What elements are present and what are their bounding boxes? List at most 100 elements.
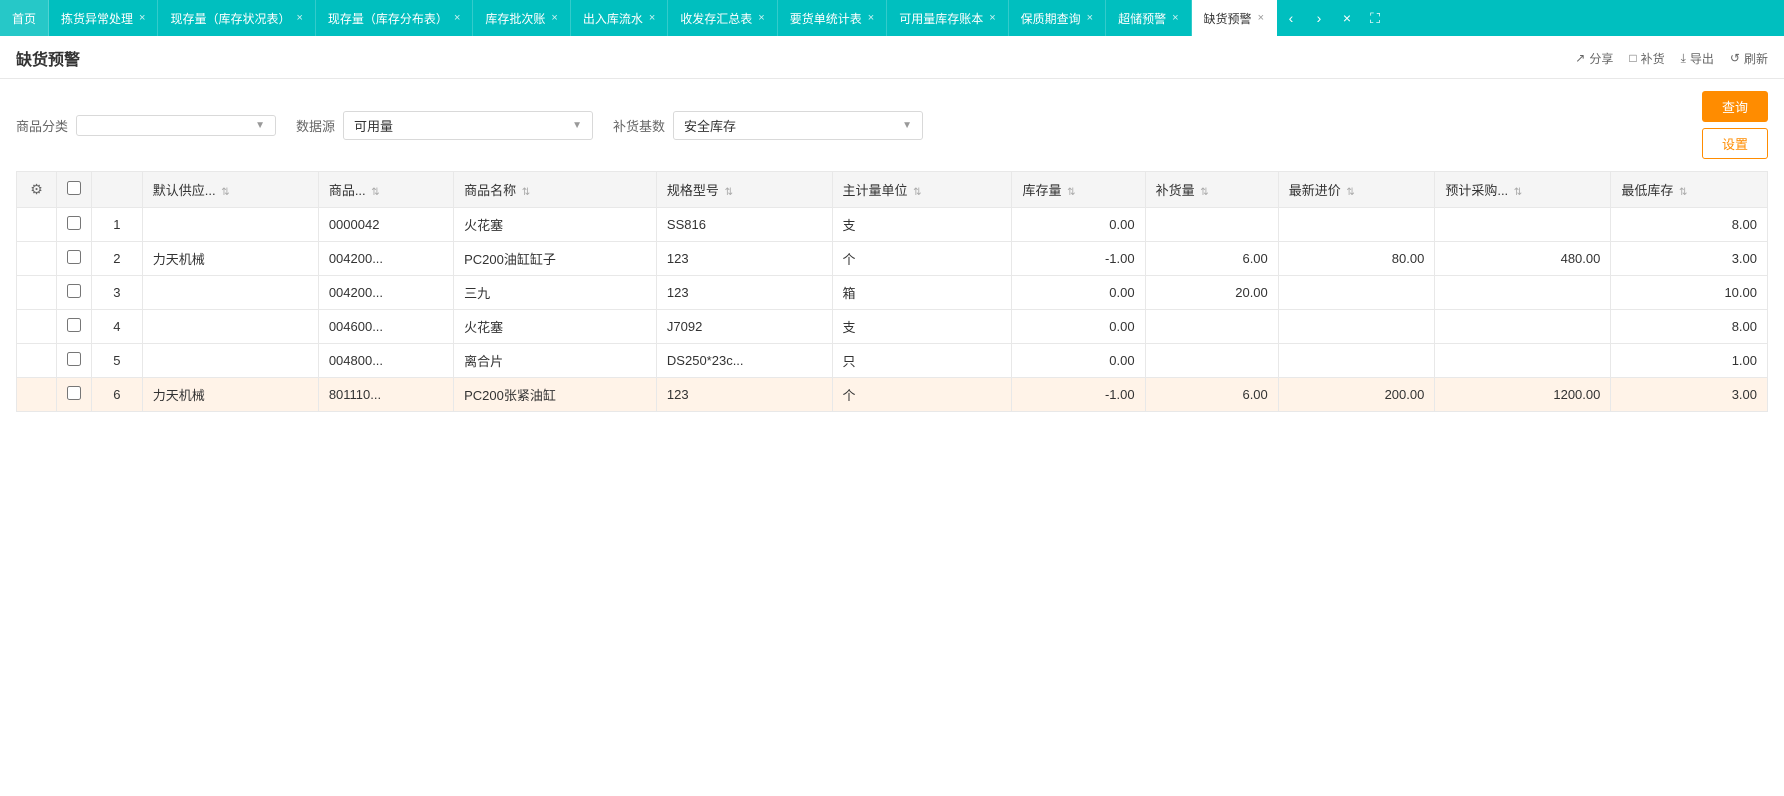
col-stock-sort-icon[interactable]: ⇅	[1067, 187, 1075, 198]
row-replenish-cell: 6.00	[1145, 242, 1278, 276]
col-code-label: 商品...	[329, 183, 366, 198]
table-container: ⚙ 默认供应... ⇅ 商品... ⇅ 商品名称	[0, 171, 1784, 796]
replenish-button[interactable]: □ 补货	[1629, 50, 1664, 67]
tab-stock-status-close[interactable]: ×	[296, 13, 302, 24]
col-min-stock-label: 最低库存	[1621, 183, 1673, 198]
row-min-stock-cell: 10.00	[1611, 276, 1768, 310]
col-code-sort-icon[interactable]: ⇅	[371, 187, 379, 198]
row-check-cell	[57, 242, 92, 276]
row-name-cell: PC200张紧油缸	[454, 378, 657, 412]
tab-available-close[interactable]: ×	[989, 13, 995, 24]
tab-fullscreen-btn[interactable]: ⛶	[1361, 0, 1389, 36]
commodity-class-select[interactable]: ▼	[76, 115, 276, 136]
row-min-stock-cell: 8.00	[1611, 208, 1768, 242]
col-est-purchase-sort-icon[interactable]: ⇅	[1514, 187, 1522, 198]
row-unit-cell: 箱	[832, 276, 1012, 310]
tab-prev-btn[interactable]: ‹	[1277, 0, 1305, 36]
col-name-sort-icon[interactable]: ⇅	[522, 187, 530, 198]
col-latest-price-label: 最新进价	[1289, 183, 1341, 198]
tab-batch-account[interactable]: 库存批次账 ×	[473, 0, 570, 36]
row-checkbox[interactable]	[67, 318, 81, 332]
col-supplier-sort-icon[interactable]: ⇅	[221, 187, 229, 198]
col-stock: 库存量 ⇅	[1012, 172, 1145, 208]
row-checkbox[interactable]	[67, 386, 81, 400]
col-replenish-sort-icon[interactable]: ⇅	[1200, 187, 1208, 198]
col-spec-sort-icon[interactable]: ⇅	[725, 187, 733, 198]
row-spec-cell: 123	[656, 242, 832, 276]
replenish-base-select[interactable]: 安全库存 ▼	[673, 111, 923, 140]
tab-expiry[interactable]: 保质期查询 ×	[1009, 0, 1106, 36]
tab-inout-flow[interactable]: 出入库流水 ×	[571, 0, 668, 36]
tab-next-btn[interactable]: ›	[1305, 0, 1333, 36]
tab-inout-close[interactable]: ×	[649, 13, 655, 24]
row-code-cell: 004200...	[318, 242, 453, 276]
tab-stock-dist-label: 现存量（库存分布表）	[328, 10, 448, 27]
tab-close-all-btn[interactable]: ×	[1333, 0, 1361, 36]
tab-expiry-close[interactable]: ×	[1087, 13, 1093, 24]
tab-available[interactable]: 可用量库存账本 ×	[887, 0, 1008, 36]
share-button[interactable]: ↗ 分享	[1575, 50, 1613, 67]
row-checkbox[interactable]	[67, 352, 81, 366]
data-source-value: 可用量	[354, 116, 393, 135]
tab-summary-label: 收发存汇总表	[680, 10, 752, 27]
row-replenish-cell	[1145, 344, 1278, 378]
row-est-purchase-cell	[1435, 344, 1611, 378]
tab-stock-dist-close[interactable]: ×	[454, 13, 460, 24]
row-checkbox[interactable]	[67, 216, 81, 230]
row-unit-cell: 个	[832, 378, 1012, 412]
col-min-stock: 最低库存 ⇅	[1611, 172, 1768, 208]
row-check-cell	[57, 310, 92, 344]
col-latest-price-sort-icon[interactable]: ⇅	[1346, 187, 1354, 198]
row-gear-cell	[17, 276, 57, 310]
row-code-cell: 0000042	[318, 208, 453, 242]
col-code: 商品... ⇅	[318, 172, 453, 208]
tab-overstock-close[interactable]: ×	[1172, 13, 1178, 24]
settings-button[interactable]: 设置	[1702, 128, 1768, 159]
tab-overstock[interactable]: 超储预警 ×	[1106, 0, 1191, 36]
column-settings-icon[interactable]: ⚙	[30, 181, 43, 197]
tab-stock-status[interactable]: 现存量（库存状况表） ×	[158, 0, 315, 36]
data-source-arrow-icon: ▼	[572, 120, 582, 131]
tab-summary[interactable]: 收发存汇总表 ×	[668, 0, 777, 36]
export-button[interactable]: ⤓ 导出	[1681, 50, 1714, 67]
col-num	[92, 172, 143, 208]
row-check-cell	[57, 276, 92, 310]
row-checkbox[interactable]	[67, 250, 81, 264]
row-checkbox[interactable]	[67, 284, 81, 298]
tab-summary-close[interactable]: ×	[758, 13, 764, 24]
tab-stock-dist[interactable]: 现存量（库存分布表） ×	[316, 0, 473, 36]
col-min-stock-sort-icon[interactable]: ⇅	[1679, 187, 1687, 198]
tab-home[interactable]: 首页	[0, 0, 49, 36]
tab-demand-close[interactable]: ×	[868, 13, 874, 24]
tab-picking-exception[interactable]: 拣货异常处理 ×	[49, 0, 158, 36]
tab-shortage-close[interactable]: ×	[1258, 13, 1264, 24]
table-row: 3 004200... 三九 123 箱 0.00 20.00 10.00	[17, 276, 1768, 310]
row-supplier-cell	[142, 276, 318, 310]
row-spec-cell: J7092	[656, 310, 832, 344]
row-name-cell: 离合片	[454, 344, 657, 378]
row-name-cell: 火花塞	[454, 310, 657, 344]
select-all-checkbox[interactable]	[67, 181, 81, 195]
commodity-class-arrow-icon: ▼	[255, 120, 265, 131]
commodity-class-filter: 商品分类 ▼	[16, 115, 276, 136]
refresh-button[interactable]: ↺ 刷新	[1730, 50, 1768, 67]
data-source-select[interactable]: 可用量 ▼	[343, 111, 593, 140]
table-row: 5 004800... 离合片 DS250*23c... 只 0.00 1.00	[17, 344, 1768, 378]
tab-shortage[interactable]: 缺货预警 ×	[1192, 0, 1277, 36]
row-unit-cell: 支	[832, 208, 1012, 242]
query-button[interactable]: 查询	[1702, 91, 1768, 122]
tab-batch-label: 库存批次账	[485, 10, 545, 27]
col-supplier-label: 默认供应...	[153, 183, 216, 198]
row-min-stock-cell: 3.00	[1611, 242, 1768, 276]
row-unit-cell: 支	[832, 310, 1012, 344]
replenish-base-value: 安全库存	[684, 116, 736, 135]
tab-demand[interactable]: 要货单统计表 ×	[778, 0, 887, 36]
tab-batch-close[interactable]: ×	[551, 13, 557, 24]
tab-picking-close[interactable]: ×	[139, 13, 145, 24]
col-unit-sort-icon[interactable]: ⇅	[913, 187, 921, 198]
row-num-cell: 3	[92, 276, 143, 310]
replenish-icon: □	[1629, 51, 1636, 65]
export-icon: ⤓	[1681, 51, 1686, 66]
row-min-stock-cell: 1.00	[1611, 344, 1768, 378]
row-num-cell: 4	[92, 310, 143, 344]
